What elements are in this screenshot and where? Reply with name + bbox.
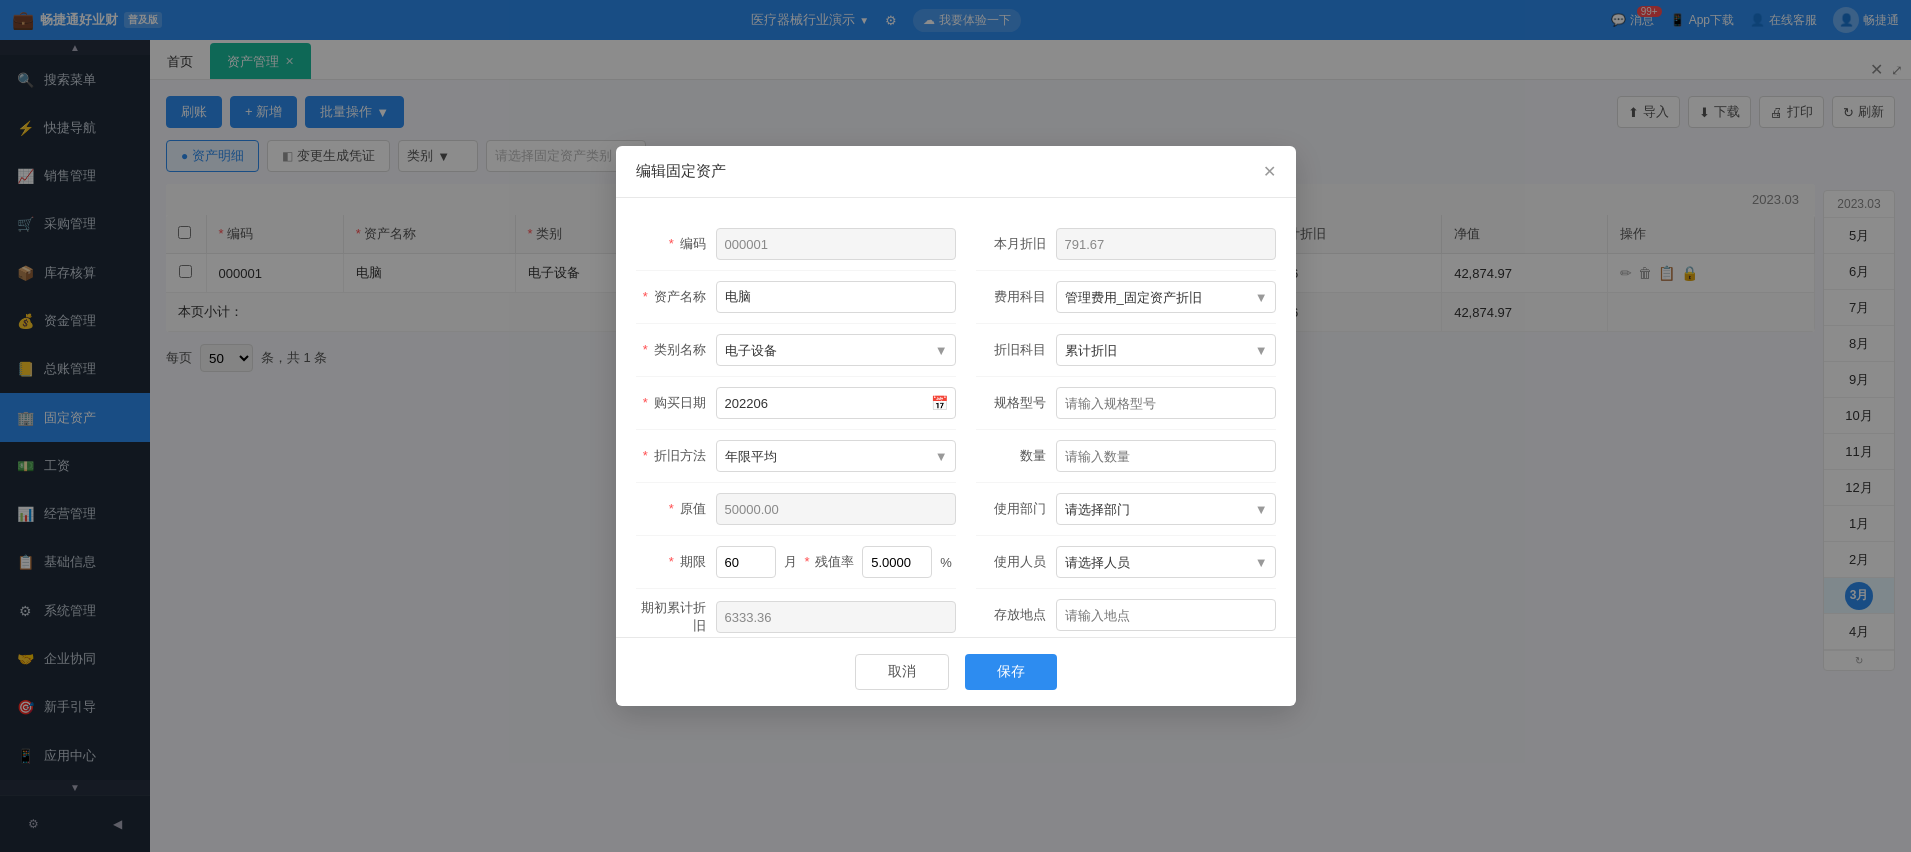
form-row-storage: 存放地点 (976, 589, 1276, 637)
form-row-model: 规格型号 (976, 377, 1276, 430)
form-left-col: * 编码 * 资产名称 (636, 218, 956, 637)
depr-method-select[interactable]: 年限平均 (716, 440, 956, 472)
code-label: * 编码 (636, 235, 716, 253)
dept-label: 使用部门 (976, 500, 1056, 518)
original-value-input[interactable] (716, 493, 956, 525)
person-label: 使用人员 (976, 553, 1056, 571)
residual-rate-label: * 残值率 (805, 553, 855, 571)
form-row-expense-subject: 费用科目 管理费用_固定资产折旧 ▼ (976, 271, 1276, 324)
expense-subject-label: 费用科目 (976, 288, 1056, 306)
quantity-label: 数量 (976, 447, 1056, 465)
depr-subject-wrapper: 累计折旧 ▼ (1056, 334, 1276, 366)
category-label-form: * 类别名称 (636, 341, 716, 359)
buy-date-input[interactable] (716, 387, 956, 419)
form-row-quantity: 数量 (976, 430, 1276, 483)
depr-method-select-wrapper: 年限平均 ▼ (716, 440, 956, 472)
form-row-period: * 期限 月 * 残值率 % (636, 536, 956, 589)
form-row-category: * 类别名称 电子设备 ▼ (636, 324, 956, 377)
modal-header: 编辑固定资产 ✕ (616, 146, 1296, 198)
depr-subject-select[interactable]: 累计折旧 (1056, 334, 1276, 366)
form-row-person: 使用人员 请选择人员 ▼ (976, 536, 1276, 589)
model-input[interactable] (1056, 387, 1276, 419)
asset-name-label: * 资产名称 (636, 288, 716, 306)
modal-title: 编辑固定资产 (636, 162, 1263, 181)
cancel-btn[interactable]: 取消 (855, 654, 949, 690)
residual-unit-label: % (940, 555, 952, 570)
form-row-original-value: * 原值 (636, 483, 956, 536)
modal-footer: 取消 保存 (616, 637, 1296, 706)
depr-subject-label: 折旧科目 (976, 341, 1056, 359)
category-select-wrapper: 电子设备 ▼ (716, 334, 956, 366)
edit-modal: 编辑固定资产 ✕ * 编码 (616, 146, 1296, 706)
monthly-depr-label: 本月折旧 (976, 235, 1056, 253)
modal-body: * 编码 * 资产名称 (616, 198, 1296, 637)
form-row-initial-depr: 期初累计折旧 (636, 589, 956, 637)
period-label: * 期限 (636, 553, 716, 571)
residual-rate-input[interactable] (862, 546, 932, 578)
initial-depr-input[interactable] (716, 601, 956, 633)
modal-close-btn[interactable]: ✕ (1263, 162, 1276, 181)
model-label: 规格型号 (976, 394, 1056, 412)
expense-subject-wrapper: 管理费用_固定资产折旧 ▼ (1056, 281, 1276, 313)
period-unit-label: 月 (784, 553, 797, 571)
quantity-input[interactable] (1056, 440, 1276, 472)
expense-subject-select[interactable]: 管理费用_固定资产折旧 (1056, 281, 1276, 313)
person-select-wrapper: 请选择人员 ▼ (1056, 546, 1276, 578)
period-group: 月 * 残值率 % (716, 546, 956, 578)
dept-select-wrapper: 请选择部门 ▼ (1056, 493, 1276, 525)
depr-method-label: * 折旧方法 (636, 447, 716, 465)
code-input[interactable] (716, 228, 956, 260)
asset-name-input[interactable] (716, 281, 956, 313)
form-row-buy-date: * 购买日期 📅 (636, 377, 956, 430)
original-value-label: * 原值 (636, 500, 716, 518)
form-row-dept: 使用部门 请选择部门 ▼ (976, 483, 1276, 536)
category-select[interactable]: 电子设备 (716, 334, 956, 366)
form-row-depr-subject: 折旧科目 累计折旧 ▼ (976, 324, 1276, 377)
form-row-asset-name: * 资产名称 (636, 271, 956, 324)
form-right-col: 本月折旧 费用科目 管理费用_固定资产折旧 ▼ (956, 218, 1276, 637)
buy-date-label: * 购买日期 (636, 394, 716, 412)
monthly-depr-input (1056, 228, 1276, 260)
calendar-icon[interactable]: 📅 (931, 395, 948, 411)
person-select[interactable]: 请选择人员 (1056, 546, 1276, 578)
form-grid: * 编码 * 资产名称 (636, 218, 1276, 637)
form-row-code: * 编码 (636, 218, 956, 271)
form-row-depr-method: * 折旧方法 年限平均 ▼ (636, 430, 956, 483)
buy-date-wrapper: 📅 (716, 387, 956, 419)
storage-label: 存放地点 (976, 606, 1056, 624)
period-input[interactable] (716, 546, 776, 578)
modal-overlay[interactable]: 编辑固定资产 ✕ * 编码 (0, 0, 1911, 852)
initial-depr-label: 期初累计折旧 (636, 599, 716, 635)
storage-input[interactable] (1056, 599, 1276, 631)
save-btn[interactable]: 保存 (965, 654, 1057, 690)
form-row-monthly-depr: 本月折旧 (976, 218, 1276, 271)
dept-select[interactable]: 请选择部门 (1056, 493, 1276, 525)
